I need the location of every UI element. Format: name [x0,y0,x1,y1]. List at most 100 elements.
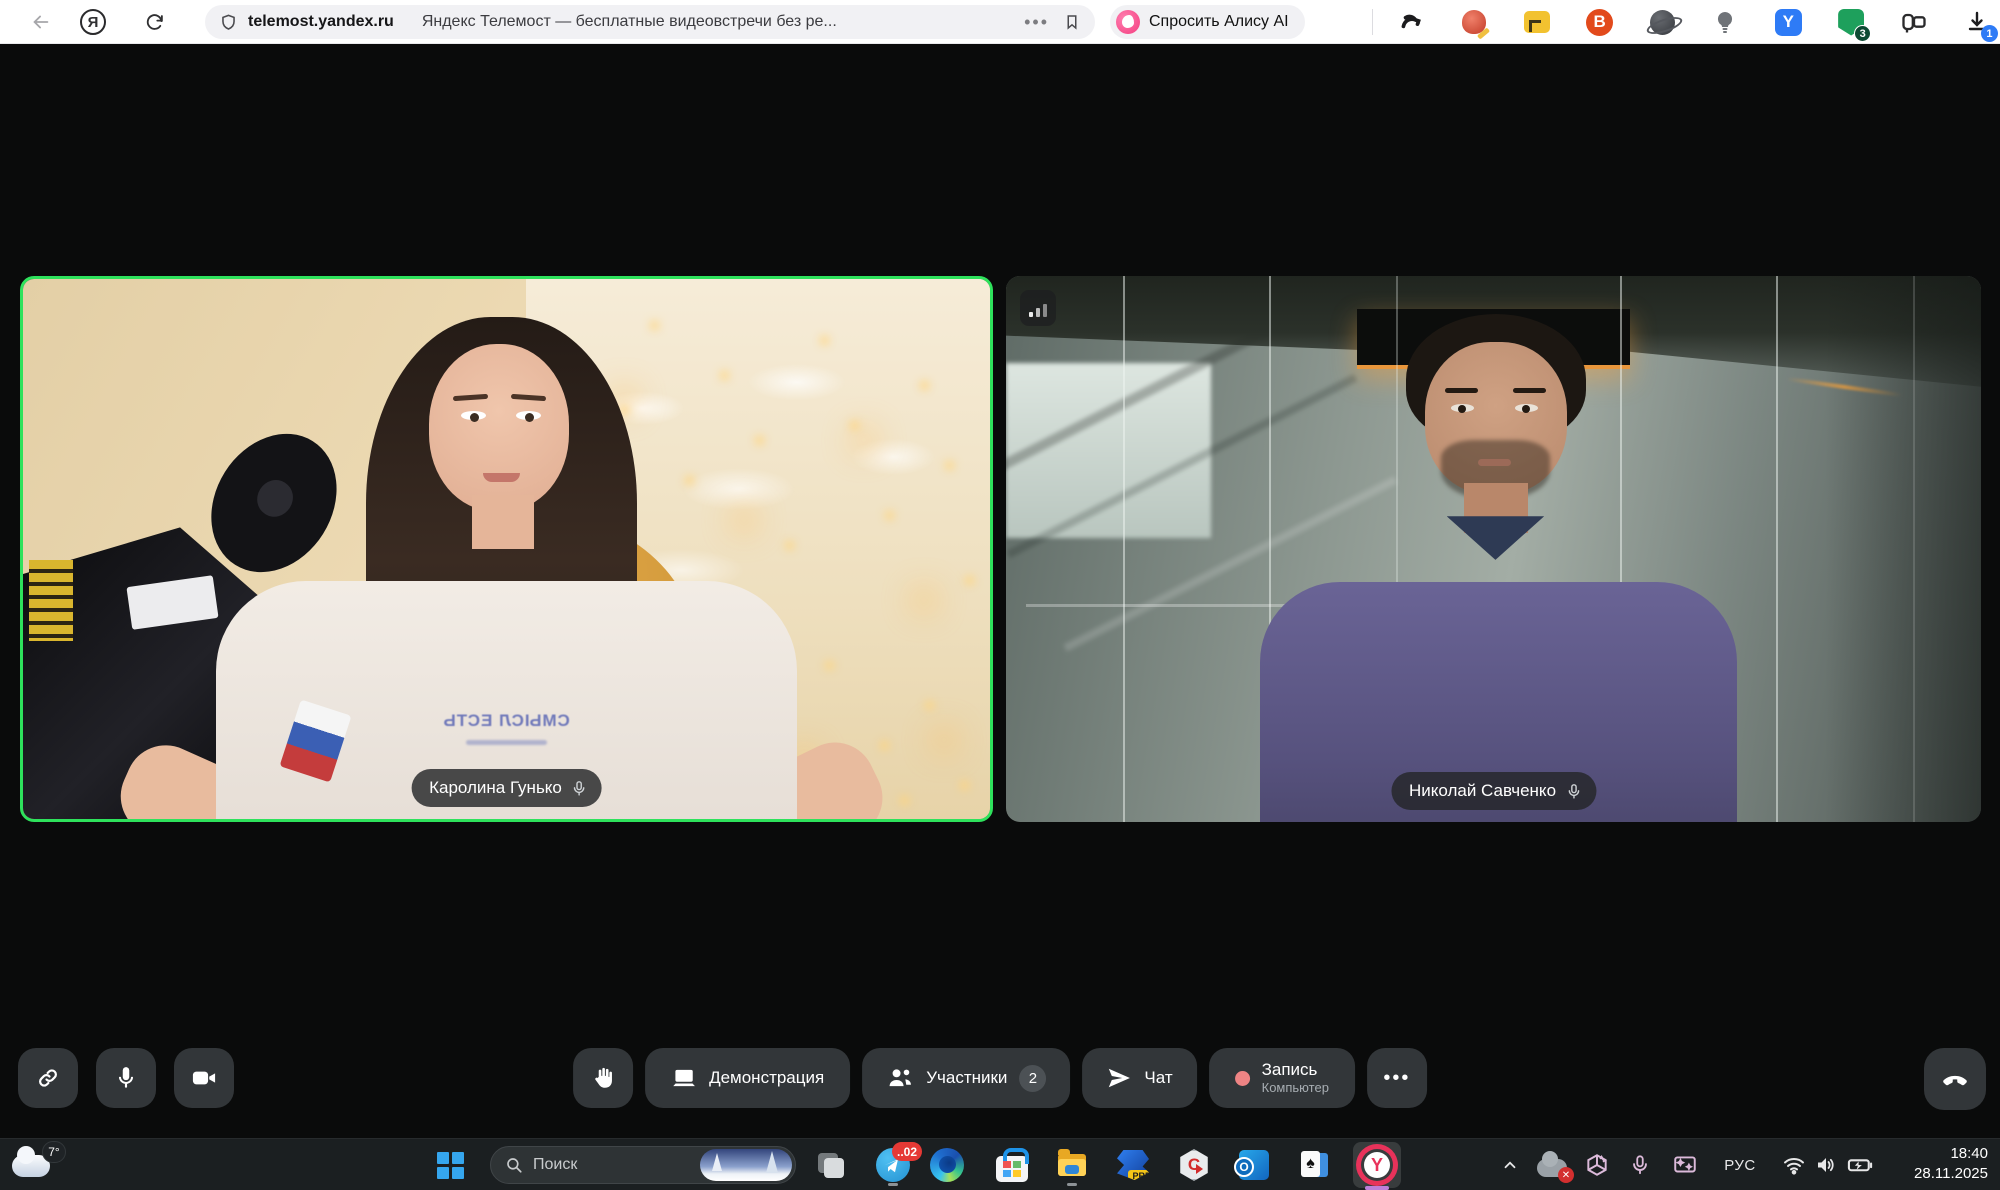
address-bar[interactable]: telemost.yandex.ru Яндекс Телемост — бес… [205,5,1095,39]
telegram-app[interactable]: ..02 [873,1142,922,1185]
person-neck [471,495,534,549]
yandex-browser-app-active[interactable]: Y [1353,1142,1401,1190]
microsoft-store-app[interactable] [992,1145,1032,1185]
meeting-stage: СМЫСЛ ЕСТЬ Каролина Гунько Николай Савче… [0,44,2000,1138]
edge-app[interactable] [927,1145,967,1185]
ask-alice-label: Спросить Алису AI [1149,13,1289,30]
tray-expand-button[interactable] [1490,1145,1530,1185]
record-dot-icon [1234,1070,1250,1086]
active-app-indicator [1365,1186,1389,1190]
participant-video-active[interactable]: СМЫСЛ ЕСТЬ Каролина Гунько [20,276,993,822]
record-label: Запись [1261,1060,1318,1079]
start-button[interactable] [430,1145,470,1185]
ask-alice-button[interactable]: Спросить Алису AI [1110,5,1305,39]
language-indicator[interactable]: РУС [1716,1145,1764,1185]
solitaire-app[interactable]: ♠ [1294,1145,1334,1185]
connection-quality-icon [1020,290,1056,326]
extension-planet-icon[interactable] [1646,5,1680,39]
toolbar-separator [1372,9,1373,35]
scene-sign [28,559,74,641]
shirt-print-line [465,740,548,746]
person-mouth [483,473,521,483]
clock[interactable]: 18:40 28.11.2025 [1914,1144,1988,1185]
microphone-tray[interactable] [1620,1145,1660,1185]
yandex-logo-letter: Я [80,9,106,35]
taskbar-search[interactable]: Поиск [490,1146,796,1184]
preview-app[interactable]: PRE [1113,1145,1153,1185]
refresh-icon[interactable] [140,7,170,37]
scene-string-lights [23,279,26,282]
outlook-app[interactable]: O [1234,1145,1274,1185]
hand-icon [595,1067,612,1088]
extension-folder-icon[interactable] [1520,5,1554,39]
person-face [429,343,570,512]
mic-icon [1568,783,1579,799]
search-highlight-thumbnail [700,1149,792,1181]
explorer-icon-clip [1065,1165,1079,1174]
solitaire-spade-icon: ♠ [1301,1151,1320,1177]
search-icon [507,1158,522,1173]
participants-icon [889,1069,912,1087]
participants-button[interactable]: Участники 2 [862,1048,1071,1108]
windows-logo-icon [436,1151,464,1179]
participant-video[interactable]: Николай Савченко [1006,276,1981,822]
downloads-icon[interactable]: 1 [1960,5,1998,42]
more-options-button[interactable]: ••• [1366,1048,1427,1108]
back-icon[interactable] [26,7,56,37]
extension-b-icon[interactable]: B [1583,5,1617,39]
participants-label: Участники [926,1068,1008,1087]
yandex-browser-menu-icon[interactable]: Я [78,7,108,37]
weather-widget[interactable]: 7° [10,1141,66,1187]
pre-badge: PRE [1128,1170,1149,1180]
extension-shield-check-icon[interactable]: 3 [1834,5,1872,42]
page-title: Яндекс Телемост — бесплатные видеовстреч… [421,13,837,30]
wifi-icon [1784,1158,1804,1175]
share-screen-button[interactable]: Демонстрация [645,1048,851,1108]
speaker-icon [1818,1158,1834,1172]
microphone-button[interactable] [96,1048,156,1108]
task-view-icon-front [824,1158,844,1178]
file-explorer-app[interactable] [1052,1145,1092,1185]
camera-button[interactable] [174,1048,234,1108]
shield-icon [222,14,235,30]
extension-badge: 3 [1854,25,1872,42]
extension-yandex-y-icon[interactable]: Y [1771,5,1805,39]
outlook-o-badge: O [1234,1157,1254,1177]
glass-seam [1123,276,1125,822]
screen-effects-tray[interactable] [1665,1145,1705,1185]
task-view-button[interactable] [809,1145,849,1185]
extension-key-card-icon[interactable] [1897,5,1931,39]
extension-swoosh-icon[interactable] [1394,5,1428,39]
extensions-row: B Y 3 1 [1394,5,1998,42]
laptop-icon [673,1069,695,1087]
downloads-badge: 1 [1980,25,1998,42]
hang-up-button[interactable] [1924,1048,1986,1110]
ellipsis-icon: ••• [1383,1066,1411,1089]
time-text: 18:40 [1950,1145,1988,1162]
browser-toolbar: Я telemost.yandex.ru Яндекс Телемост — б… [0,0,2000,44]
participants-count-badge: 2 [1019,1064,1047,1092]
copy-link-button[interactable] [18,1048,78,1108]
person-brow [1513,387,1547,393]
extension-mascot-icon[interactable] [1457,5,1491,39]
shield-c-icon: C [1180,1149,1208,1181]
extension-lightbulb-icon[interactable] [1708,5,1742,39]
battery-charging-icon [1847,1159,1873,1172]
cube-sparkle-icon [1587,1154,1607,1176]
temperature-badge: 7° [42,1141,66,1163]
record-button[interactable]: Запись Компьютер [1208,1048,1355,1108]
address-more-icon[interactable]: ••• [1024,12,1049,33]
participant-name-chip: Каролина Гунько [411,769,602,807]
mic-icon [118,1067,134,1088]
screen: Я telemost.yandex.ru Яндекс Телемост — б… [0,0,2000,1190]
raise-hand-button[interactable] [573,1048,634,1108]
chat-button[interactable]: Чат [1082,1048,1197,1108]
antivirus-app[interactable]: C [1174,1145,1214,1185]
participant-name: Каролина Гунько [429,778,562,797]
yandex-browser-icon: Y [1360,1148,1394,1182]
game-bar-tray[interactable] [1577,1145,1617,1185]
battery-tray[interactable] [1840,1145,1880,1185]
bookmark-icon[interactable] [1063,13,1081,31]
onedrive-tray[interactable]: ✕ [1532,1145,1574,1185]
chat-label: Чат [1144,1068,1173,1087]
